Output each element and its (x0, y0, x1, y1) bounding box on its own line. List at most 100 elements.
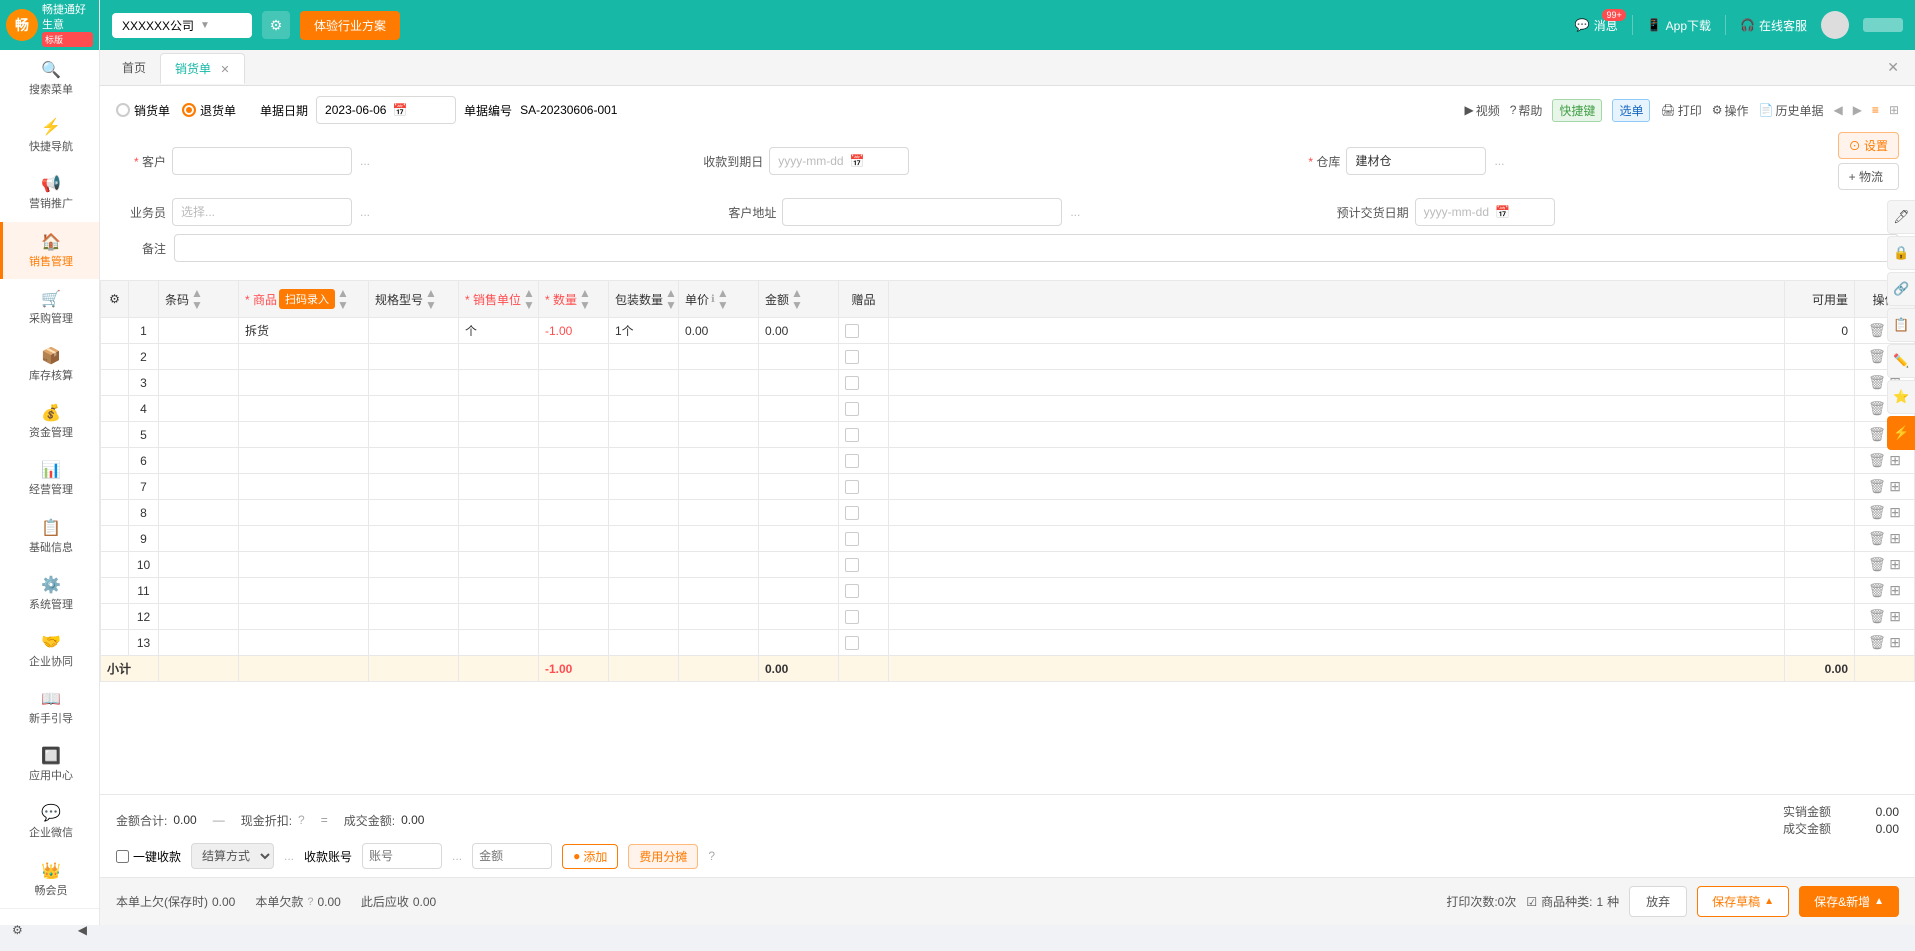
help-link[interactable]: ? 帮助 (1510, 102, 1543, 119)
row-spec[interactable] (369, 474, 459, 500)
row-copy-btn[interactable]: ⊞ (1889, 452, 1901, 469)
row-remark[interactable] (889, 474, 1785, 500)
row-qty[interactable] (539, 630, 609, 656)
discount-info-icon[interactable]: ? (298, 813, 305, 827)
row-gift[interactable] (839, 318, 889, 344)
row-barcode[interactable] (159, 370, 239, 396)
row-pkgqty[interactable] (609, 344, 679, 370)
row-delete-btn[interactable]: 🗑 (1868, 634, 1886, 651)
remark-input[interactable] (174, 234, 1899, 262)
sidebar-item-finance[interactable]: 💰 资金管理 (0, 393, 99, 450)
row-gift[interactable] (839, 448, 889, 474)
row-product[interactable] (239, 474, 369, 500)
save-new-button[interactable]: 保存&新增 ▲ (1799, 886, 1899, 917)
expense-split-button[interactable]: 费用分摊 (628, 844, 698, 869)
row-pkgqty[interactable] (609, 370, 679, 396)
right-panel-btn-4[interactable]: 📋 (1887, 308, 1915, 342)
row-barcode[interactable] (159, 344, 239, 370)
tab-home[interactable]: 首页 (108, 53, 160, 82)
row-gift[interactable] (839, 578, 889, 604)
row-unit[interactable] (459, 344, 539, 370)
row-amount[interactable] (759, 344, 839, 370)
app-download-btn[interactable]: 📱 App下载 (1647, 17, 1711, 34)
sidebar-settings-btn[interactable]: ⚙ (8, 915, 27, 945)
row-gift[interactable] (839, 500, 889, 526)
row-price[interactable] (679, 370, 759, 396)
row-spec[interactable] (369, 448, 459, 474)
nav-next-icon[interactable]: ▶ (1853, 103, 1862, 117)
settlement-dots[interactable]: ... (284, 849, 294, 863)
gift-checkbox[interactable] (845, 402, 859, 416)
row-price[interactable] (679, 344, 759, 370)
row-qty[interactable] (539, 474, 609, 500)
right-panel-btn-5[interactable]: ✏️ (1887, 344, 1915, 378)
row-gift[interactable] (839, 526, 889, 552)
row-price[interactable] (679, 552, 759, 578)
view-list-icon[interactable]: ≡ (1872, 103, 1879, 117)
row-price[interactable] (679, 396, 759, 422)
row-spec[interactable] (369, 422, 459, 448)
row-pkgqty[interactable] (609, 474, 679, 500)
sidebar-item-basic[interactable]: 📋 基础信息 (0, 508, 99, 565)
row-delete-btn[interactable]: 🗑 (1868, 530, 1886, 547)
sidebar-collapse-btn[interactable]: ◀ (74, 915, 91, 945)
user-avatar[interactable] (1821, 11, 1849, 39)
row-barcode[interactable] (159, 448, 239, 474)
save-draft-button[interactable]: 保存草稿 ▲ (1697, 886, 1789, 917)
row-price[interactable] (679, 604, 759, 630)
sidebar-item-inventory[interactable]: 📦 库存核算 (0, 336, 99, 393)
row-gift[interactable] (839, 604, 889, 630)
row-remark[interactable] (889, 526, 1785, 552)
gift-checkbox[interactable] (845, 558, 859, 572)
row-copy-btn[interactable]: ⊞ (1889, 478, 1901, 495)
add-button[interactable]: ● 添加 (562, 844, 618, 869)
row-price[interactable] (679, 630, 759, 656)
customer-addr-input[interactable] (782, 198, 1062, 226)
row-gift[interactable] (839, 474, 889, 500)
gift-checkbox[interactable] (845, 324, 859, 338)
row-amount[interactable] (759, 604, 839, 630)
row-unit[interactable] (459, 422, 539, 448)
row-delete-btn[interactable]: 🗑 (1868, 322, 1886, 339)
row-amount[interactable] (759, 396, 839, 422)
row-remark[interactable] (889, 578, 1785, 604)
right-panel-btn-1[interactable]: 🖊 (1887, 200, 1915, 234)
row-spec[interactable] (369, 578, 459, 604)
row-gift[interactable] (839, 344, 889, 370)
one-click-payment-input[interactable] (116, 850, 129, 863)
row-pkgqty[interactable]: 1个 (609, 318, 679, 344)
customer-input[interactable] (172, 147, 352, 175)
row-spec[interactable] (369, 318, 459, 344)
row-spec[interactable] (369, 526, 459, 552)
row-gift[interactable] (839, 370, 889, 396)
online-service-btn[interactable]: 🎧 在线客服 (1740, 17, 1807, 34)
row-pkgqty[interactable] (609, 500, 679, 526)
row-qty[interactable]: -1.00 (539, 318, 609, 344)
price-info-icon[interactable]: ℹ (711, 294, 715, 305)
sidebar-item-apps[interactable]: 🔲 应用中心 (0, 736, 99, 793)
row-delete-btn[interactable]: 🗑 (1868, 556, 1886, 573)
row-remark[interactable] (889, 422, 1785, 448)
row-qty[interactable] (539, 500, 609, 526)
row-product[interactable]: 拆货 (239, 318, 369, 344)
row-remark[interactable] (889, 344, 1785, 370)
gift-checkbox[interactable] (845, 636, 859, 650)
row-product[interactable] (239, 396, 369, 422)
row-spec[interactable] (369, 370, 459, 396)
row-copy-btn[interactable]: ⊞ (1889, 530, 1901, 547)
row-qty[interactable] (539, 526, 609, 552)
tab-close-icon[interactable]: ✕ (220, 64, 229, 76)
amount-input[interactable] (472, 843, 552, 869)
row-pkgqty[interactable] (609, 422, 679, 448)
date-field[interactable]: 2023-06-06 📅 (316, 96, 456, 124)
tab-sales-order[interactable]: 销货单 ✕ (160, 53, 245, 84)
row-qty[interactable] (539, 422, 609, 448)
row-amount[interactable] (759, 552, 839, 578)
row-delete-btn[interactable]: 🗑 (1868, 426, 1886, 443)
gift-checkbox[interactable] (845, 350, 859, 364)
expected-delivery-input[interactable]: yyyy-mm-dd 📅 (1415, 198, 1555, 226)
expected-delivery-calendar-icon[interactable]: 📅 (1495, 205, 1510, 219)
salesperson-input[interactable]: 选择... (172, 198, 352, 226)
due-date-input[interactable]: yyyy-mm-dd 📅 (769, 147, 909, 175)
row-unit[interactable] (459, 448, 539, 474)
